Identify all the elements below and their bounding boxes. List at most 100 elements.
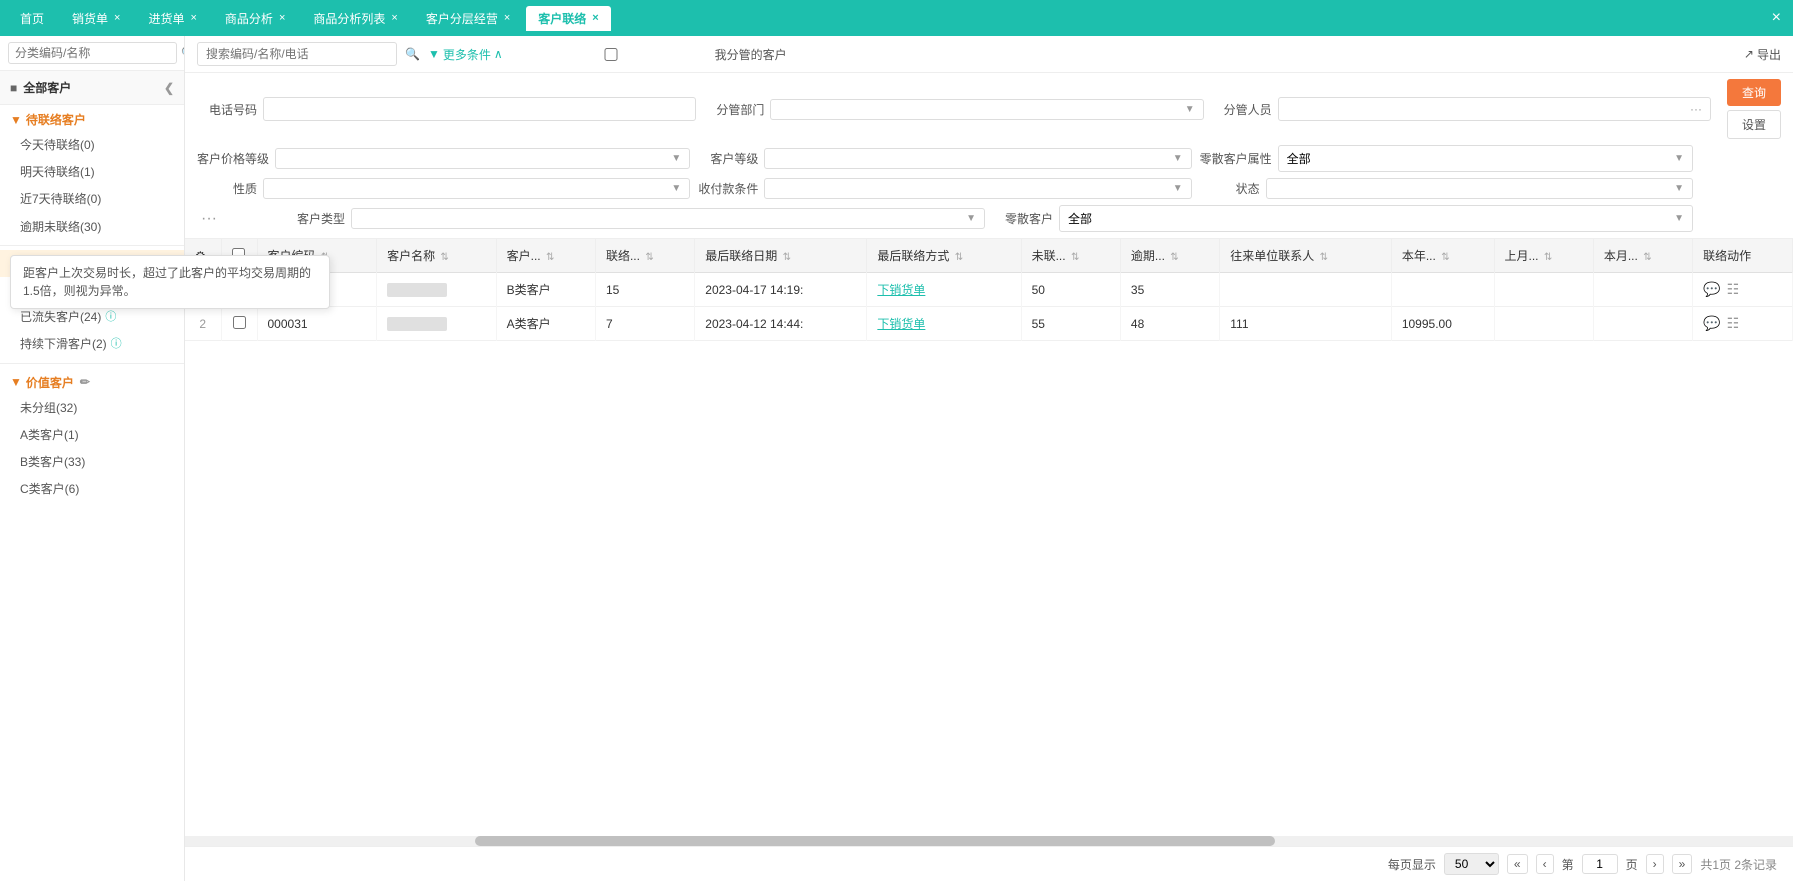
sidebar-item-declining[interactable]: 持续下滑客户(2) ⓘ	[0, 331, 184, 358]
sidebar-item-class-a[interactable]: A类客户(1)	[0, 422, 184, 449]
tab-sales-label: 销货单	[72, 10, 108, 27]
customer-type-select[interactable]: ▼	[351, 208, 985, 229]
tab-purchase-close[interactable]: ×	[190, 12, 196, 24]
search-input[interactable]	[197, 42, 397, 66]
info-icon-churned[interactable]: ⓘ	[105, 309, 116, 327]
filter-cell-dept: 分管部门 ▼	[704, 99, 1203, 120]
row-last-method-1: 下销货单	[867, 273, 1021, 307]
filter-icon: ▼	[428, 47, 440, 61]
sort-last-month-icon[interactable]: ⇅	[1544, 252, 1552, 263]
my-customers-checkbox[interactable]: 我分管的客户	[511, 46, 787, 63]
manager-dot[interactable]: ···	[1690, 102, 1702, 116]
page-prev-button[interactable]: ‹	[1536, 854, 1554, 874]
th-actions: 联络动作	[1693, 239, 1793, 273]
my-customers-check[interactable]	[511, 48, 711, 61]
query-button[interactable]: 查询	[1727, 79, 1781, 106]
dept-select[interactable]: ▼	[770, 99, 1203, 120]
tab-product-analysis[interactable]: 商品分析 ×	[213, 6, 297, 31]
sidebar-item-overdue-contact[interactable]: 逾期未联络(30)	[0, 214, 184, 241]
sort-last-method-icon[interactable]: ⇅	[955, 252, 963, 263]
info-icon-declining[interactable]: ⓘ	[111, 336, 122, 354]
value-customers-group[interactable]: ▼ 价值客户 ✏	[0, 368, 184, 395]
customer-level-arrow: ▼	[1173, 153, 1183, 164]
edit-icon[interactable]: ✏	[80, 375, 90, 389]
my-customers-label: 我分管的客户	[715, 46, 787, 63]
sidebar-item-7days[interactable]: 近7天待联络(0)	[0, 186, 184, 213]
pending-contact-group[interactable]: ▼ 待联络客户	[0, 105, 184, 132]
tab-product-close[interactable]: ×	[279, 12, 285, 24]
page-input[interactable]	[1582, 854, 1618, 874]
sort-last-date-icon[interactable]: ⇅	[783, 252, 791, 263]
last-method-link-1[interactable]: 下销货单	[877, 283, 925, 297]
status-select[interactable]: ▼	[1266, 178, 1693, 199]
payment-select[interactable]: ▼	[764, 178, 1191, 199]
tab-customer-contact-close[interactable]: ×	[592, 12, 598, 24]
sort-current-year-icon[interactable]: ⇅	[1441, 252, 1449, 263]
tab-home[interactable]: 首页	[8, 6, 56, 31]
sort-uncontacted-icon[interactable]: ⇅	[1071, 252, 1079, 263]
row-last-method-2: 下销货单	[867, 307, 1021, 341]
sidebar-search-input[interactable]	[8, 42, 177, 64]
tab-product-analysis-list[interactable]: 商品分析列表 ×	[301, 6, 409, 31]
scrollbar-thumb[interactable]	[475, 836, 1275, 846]
export-button[interactable]: ↗ 导出	[1744, 46, 1781, 63]
tab-sales-order[interactable]: 销货单 ×	[60, 6, 132, 31]
th-contact-count-label: 联络...	[606, 249, 640, 263]
tab-purchase-order[interactable]: 进货单 ×	[136, 6, 208, 31]
action-grid-icon-1[interactable]: ☷	[1727, 281, 1740, 298]
last-method-link-2[interactable]: 下销货单	[877, 317, 925, 331]
th-name: 客户名称 ⇅	[377, 239, 497, 273]
row-checkbox-2	[221, 307, 257, 341]
sort-contact-icon[interactable]: ⇅	[645, 252, 653, 263]
sidebar-collapse-right[interactable]: ❮	[164, 81, 174, 95]
ellipsis-button[interactable]: ···	[197, 210, 221, 228]
retail-attr-select[interactable]: 全部 ▼	[1278, 145, 1693, 172]
sidebar-item-today[interactable]: 今天待联络(0)	[0, 132, 184, 159]
page-next-button[interactable]: ›	[1646, 854, 1664, 874]
sidebar-item-class-c[interactable]: C类客户(6)	[0, 476, 184, 503]
nature-select[interactable]: ▼	[263, 178, 690, 199]
row-year-2: 10995.00	[1391, 307, 1494, 341]
tab-customer-segment-close[interactable]: ×	[504, 12, 510, 24]
tab-product-list-label: 商品分析列表	[313, 10, 385, 27]
manager-select[interactable]: ···	[1278, 97, 1711, 121]
tab-product-list-close[interactable]: ×	[391, 12, 397, 24]
page-last-button[interactable]: »	[1672, 854, 1693, 874]
sort-overdue-icon[interactable]: ⇅	[1170, 252, 1178, 263]
sort-name-icon[interactable]: ⇅	[440, 252, 448, 263]
phone-input[interactable]	[263, 97, 696, 121]
action-contact-icon-1[interactable]: 💬	[1703, 281, 1720, 298]
page-first-button[interactable]: «	[1507, 854, 1528, 874]
sidebar-item-class-b[interactable]: B类客户(33)	[0, 449, 184, 476]
window-close-button[interactable]: ×	[1772, 9, 1781, 27]
tab-customer-contact[interactable]: 客户联络 ×	[526, 6, 610, 31]
sort-unit-contacts-icon[interactable]: ⇅	[1320, 252, 1328, 263]
price-level-select[interactable]: ▼	[275, 148, 690, 169]
sidebar-item-tomorrow[interactable]: 明天待联络(1)	[0, 159, 184, 186]
pagination: 每页显示 50 20 100 « ‹ 第 页 › » 共1页 2条记录	[185, 846, 1793, 881]
retail-customer-select[interactable]: 全部 ▼	[1059, 205, 1693, 232]
conditions-arrow: ∧	[494, 47, 503, 61]
sort-type-icon[interactable]: ⇅	[546, 252, 554, 263]
more-conditions-button[interactable]: ▼ 更多条件 ∧	[428, 46, 503, 63]
setting-button[interactable]: 设置	[1727, 110, 1781, 139]
action-grid-icon-2[interactable]: ☷	[1727, 315, 1740, 332]
page-total-label: 共1页 2条记录	[1700, 856, 1777, 873]
pending-contact-label: 待联络客户	[26, 111, 86, 128]
search-icon[interactable]: 🔍	[405, 47, 420, 61]
sort-current-month-icon[interactable]: ⇅	[1643, 252, 1651, 263]
all-customers-header[interactable]: ■ 全部客户 ❮	[0, 71, 184, 105]
customer-level-select[interactable]: ▼	[764, 148, 1191, 169]
row-check-2[interactable]	[233, 316, 246, 329]
th-last-month: 上月... ⇅	[1494, 239, 1593, 273]
th-unit-contacts: 往来单位联系人 ⇅	[1220, 239, 1392, 273]
tab-customer-segment[interactable]: 客户分层经营 ×	[414, 6, 522, 31]
tab-sales-close[interactable]: ×	[114, 12, 120, 24]
row-actions-2: 💬 ☷	[1693, 307, 1793, 341]
action-contact-icon-2[interactable]: 💬	[1703, 315, 1720, 332]
retail-attr-arrow: ▼	[1674, 153, 1684, 164]
per-page-select[interactable]: 50 20 100	[1444, 853, 1499, 875]
th-overdue: 逾期... ⇅	[1120, 239, 1219, 273]
sidebar-item-unclassified[interactable]: 未分组(32)	[0, 395, 184, 422]
horizontal-scrollbar[interactable]	[185, 836, 1793, 846]
